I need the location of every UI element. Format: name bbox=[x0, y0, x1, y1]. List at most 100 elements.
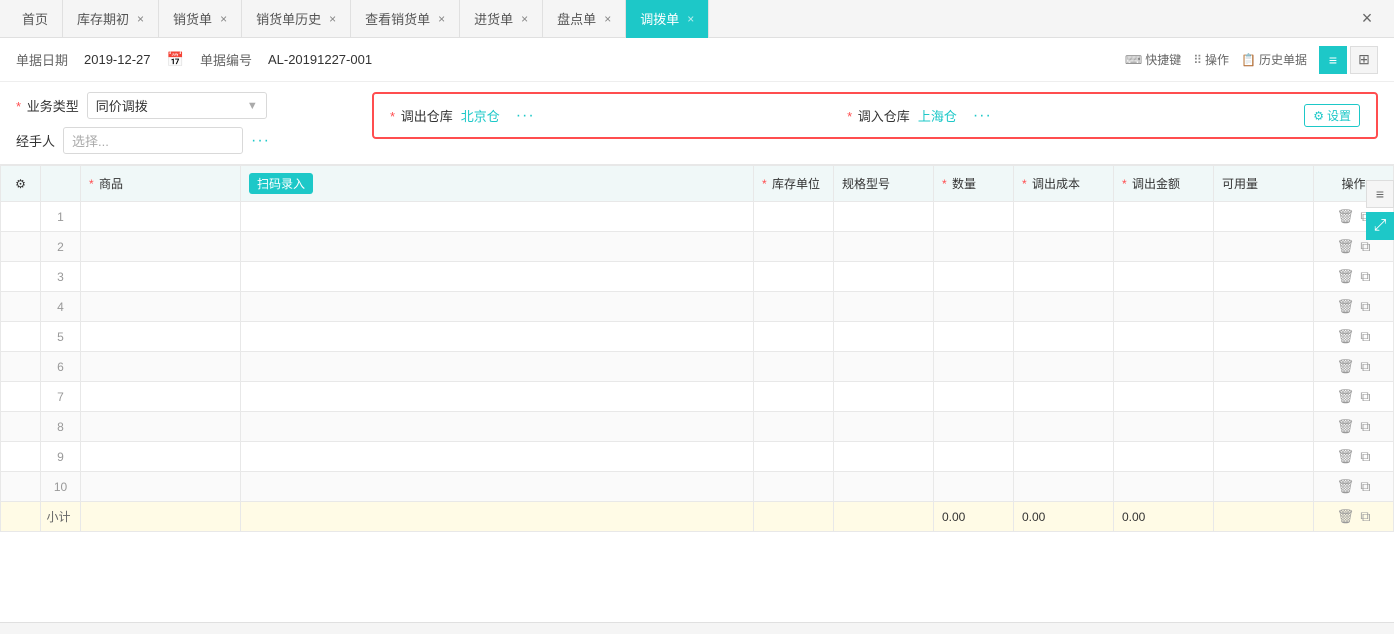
row-scan-cell[interactable] bbox=[241, 412, 754, 442]
tab-sales-order-close[interactable]: × bbox=[220, 12, 227, 26]
row-avail-cell[interactable] bbox=[1214, 232, 1314, 262]
business-type-select[interactable]: 同价调拨 ▼ bbox=[87, 92, 267, 119]
row-scan-cell[interactable] bbox=[241, 472, 754, 502]
row-avail-cell[interactable] bbox=[1214, 442, 1314, 472]
row-amount-cell[interactable] bbox=[1114, 322, 1214, 352]
tab-purchase[interactable]: 进货单 × bbox=[460, 0, 543, 38]
row-scan-cell[interactable] bbox=[241, 232, 754, 262]
tab-inventory-init-close[interactable]: × bbox=[137, 12, 144, 26]
row-cost-cell[interactable] bbox=[1014, 352, 1114, 382]
row-product-cell[interactable] bbox=[81, 202, 241, 232]
row-avail-cell[interactable] bbox=[1214, 412, 1314, 442]
row-delete-icon[interactable]: 🗑 bbox=[1337, 328, 1355, 345]
tab-transfer[interactable]: 调拨单 × bbox=[626, 0, 709, 38]
right-tool-expand-icon[interactable]: ⤢ bbox=[1366, 212, 1394, 240]
row-delete-icon[interactable]: 🗑 bbox=[1337, 238, 1355, 255]
row-product-cell[interactable] bbox=[81, 382, 241, 412]
row-amount-cell[interactable] bbox=[1114, 472, 1214, 502]
tab-stocktake-close[interactable]: × bbox=[604, 12, 611, 26]
row-product-cell[interactable] bbox=[81, 262, 241, 292]
row-product-cell[interactable] bbox=[81, 292, 241, 322]
row-copy-icon[interactable]: ⧉ bbox=[1360, 298, 1370, 315]
scan-input-button[interactable]: 扫码录入 bbox=[249, 173, 313, 194]
handler-more-icon[interactable]: ··· bbox=[251, 132, 270, 150]
row-amount-cell[interactable] bbox=[1114, 352, 1214, 382]
row-avail-cell[interactable] bbox=[1214, 352, 1314, 382]
tab-purchase-close[interactable]: × bbox=[521, 12, 528, 26]
row-product-cell[interactable] bbox=[81, 472, 241, 502]
operation-button[interactable]: ⠿ 操作 bbox=[1193, 51, 1229, 68]
row-delete-icon[interactable]: 🗑 bbox=[1337, 208, 1355, 225]
row-amount-cell[interactable] bbox=[1114, 232, 1214, 262]
row-unit-cell[interactable] bbox=[754, 292, 834, 322]
row-unit-cell[interactable] bbox=[754, 442, 834, 472]
view-list-button[interactable]: ≡ bbox=[1319, 46, 1347, 74]
row-cost-cell[interactable] bbox=[1014, 292, 1114, 322]
row-cost-cell[interactable] bbox=[1014, 232, 1114, 262]
row-spec-cell[interactable] bbox=[834, 472, 934, 502]
tab-sales-history[interactable]: 销货单历史 × bbox=[242, 0, 351, 38]
tab-home[interactable]: 首页 bbox=[8, 0, 63, 38]
gear-settings-icon[interactable]: ⚙ bbox=[15, 177, 26, 191]
row-product-cell[interactable] bbox=[81, 442, 241, 472]
row-copy-icon[interactable]: ⧉ bbox=[1360, 268, 1370, 285]
row-copy-icon[interactable]: ⧉ bbox=[1360, 358, 1370, 375]
row-amount-cell[interactable] bbox=[1114, 412, 1214, 442]
row-delete-icon[interactable]: 🗑 bbox=[1337, 358, 1355, 375]
row-unit-cell[interactable] bbox=[754, 262, 834, 292]
row-qty-cell[interactable] bbox=[934, 202, 1014, 232]
row-avail-cell[interactable] bbox=[1214, 292, 1314, 322]
row-spec-cell[interactable] bbox=[834, 262, 934, 292]
history-button[interactable]: 📋 历史单据 bbox=[1241, 51, 1307, 68]
tab-inventory-init[interactable]: 库存期初 × bbox=[63, 0, 159, 38]
row-delete-icon[interactable]: 🗑 bbox=[1337, 418, 1355, 435]
row-scan-cell[interactable] bbox=[241, 352, 754, 382]
row-product-cell[interactable] bbox=[81, 352, 241, 382]
row-avail-cell[interactable] bbox=[1214, 262, 1314, 292]
tab-sales-history-close[interactable]: × bbox=[329, 12, 336, 26]
row-avail-cell[interactable] bbox=[1214, 472, 1314, 502]
row-unit-cell[interactable] bbox=[754, 322, 834, 352]
row-scan-cell[interactable] bbox=[241, 442, 754, 472]
window-close-button[interactable]: × bbox=[1348, 0, 1386, 38]
row-avail-cell[interactable] bbox=[1214, 322, 1314, 352]
row-scan-cell[interactable] bbox=[241, 322, 754, 352]
warehouse-out-more-icon[interactable]: ··· bbox=[516, 107, 535, 125]
row-spec-cell[interactable] bbox=[834, 382, 934, 412]
calendar-icon[interactable]: 📅 bbox=[167, 51, 184, 68]
row-unit-cell[interactable] bbox=[754, 202, 834, 232]
row-unit-cell[interactable] bbox=[754, 352, 834, 382]
tab-sales-order[interactable]: 销货单 × bbox=[159, 0, 242, 38]
row-copy-icon[interactable]: ⧉ bbox=[1360, 388, 1370, 405]
row-spec-cell[interactable] bbox=[834, 412, 934, 442]
shortcut-button[interactable]: ⌨ 快捷键 bbox=[1125, 51, 1181, 68]
row-cost-cell[interactable] bbox=[1014, 322, 1114, 352]
settings-button[interactable]: ⚙ 设置 bbox=[1304, 104, 1360, 127]
right-tool-list-icon[interactable]: ≡ bbox=[1366, 180, 1394, 208]
row-spec-cell[interactable] bbox=[834, 202, 934, 232]
row-avail-cell[interactable] bbox=[1214, 202, 1314, 232]
row-unit-cell[interactable] bbox=[754, 382, 834, 412]
row-scan-cell[interactable] bbox=[241, 262, 754, 292]
subtotal-delete-icon[interactable]: 🗑 bbox=[1337, 508, 1355, 525]
row-spec-cell[interactable] bbox=[834, 442, 934, 472]
row-qty-cell[interactable] bbox=[934, 322, 1014, 352]
row-scan-cell[interactable] bbox=[241, 202, 754, 232]
row-cost-cell[interactable] bbox=[1014, 442, 1114, 472]
subtotal-copy-icon[interactable]: ⧉ bbox=[1360, 508, 1370, 525]
row-delete-icon[interactable]: 🗑 bbox=[1337, 268, 1355, 285]
row-cost-cell[interactable] bbox=[1014, 262, 1114, 292]
row-qty-cell[interactable] bbox=[934, 412, 1014, 442]
row-qty-cell[interactable] bbox=[934, 382, 1014, 412]
row-spec-cell[interactable] bbox=[834, 322, 934, 352]
row-qty-cell[interactable] bbox=[934, 472, 1014, 502]
row-unit-cell[interactable] bbox=[754, 412, 834, 442]
row-cost-cell[interactable] bbox=[1014, 412, 1114, 442]
tab-stocktake[interactable]: 盘点单 × bbox=[543, 0, 626, 38]
row-amount-cell[interactable] bbox=[1114, 292, 1214, 322]
row-product-cell[interactable] bbox=[81, 232, 241, 262]
row-delete-icon[interactable]: 🗑 bbox=[1337, 478, 1355, 495]
col-gear-header[interactable]: ⚙ bbox=[1, 166, 41, 202]
row-product-cell[interactable] bbox=[81, 322, 241, 352]
row-scan-cell[interactable] bbox=[241, 382, 754, 412]
